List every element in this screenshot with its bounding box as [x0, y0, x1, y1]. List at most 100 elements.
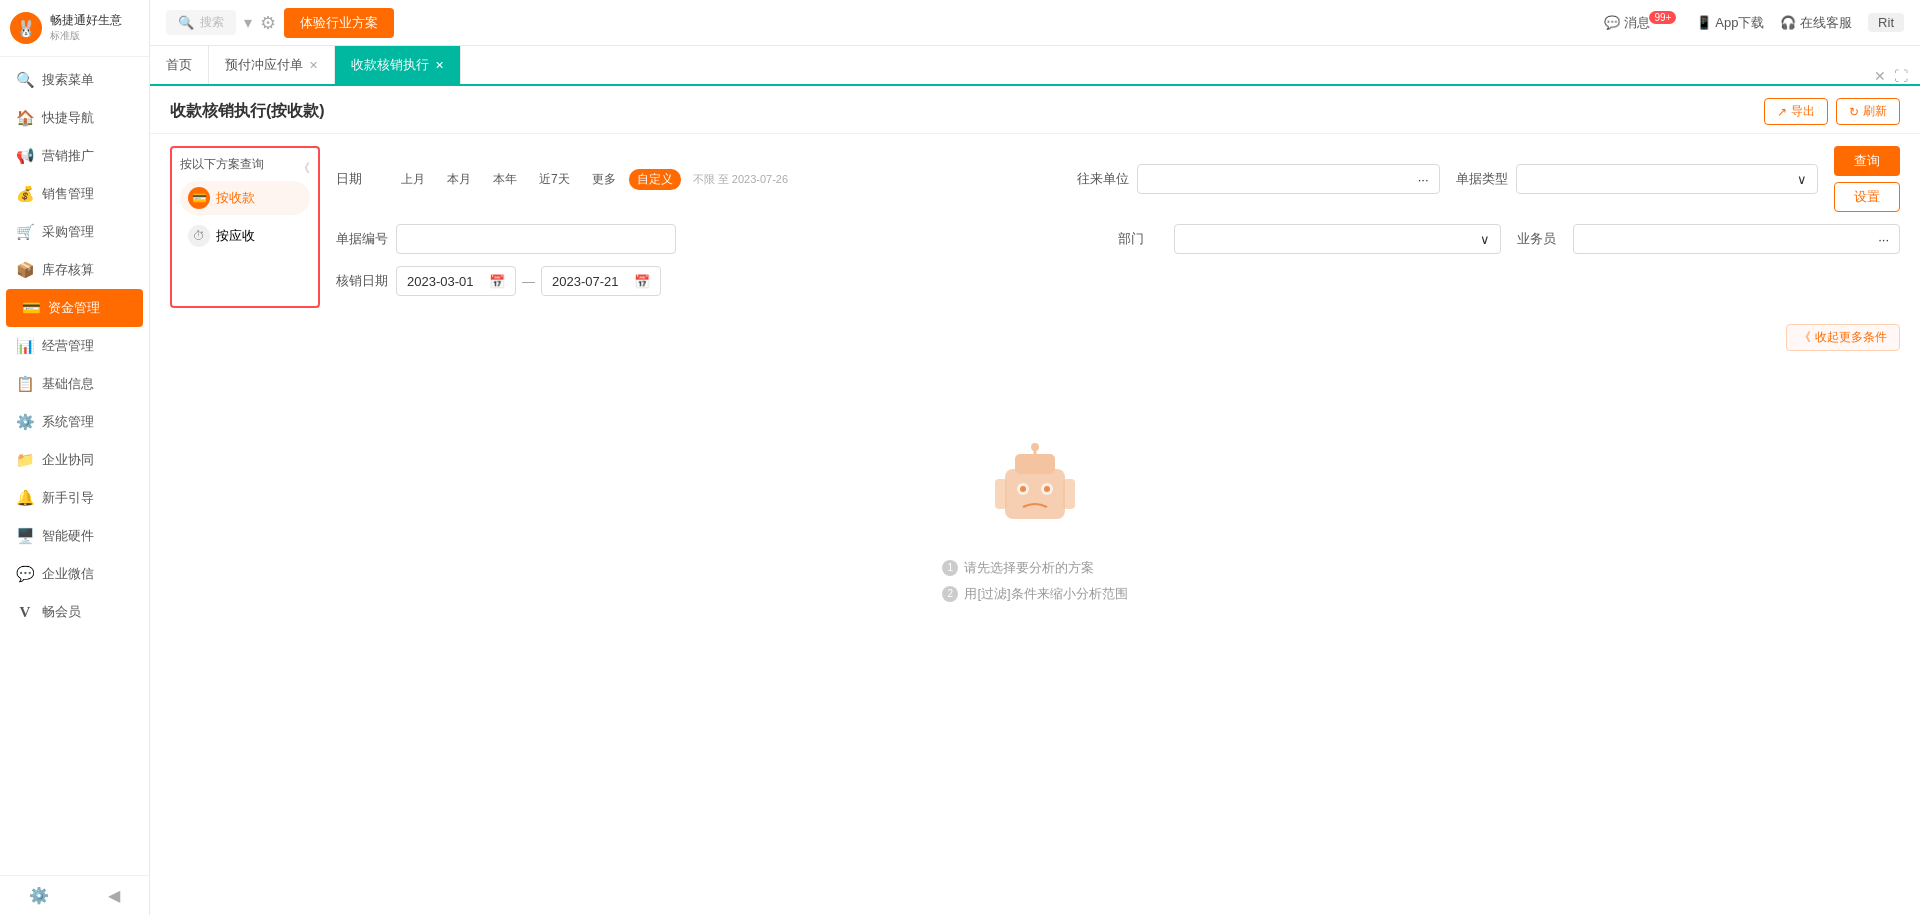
- dept-down-icon: ∨: [1480, 232, 1490, 247]
- sidebar-item-label: 经营管理: [42, 337, 94, 355]
- tab-home[interactable]: 首页: [150, 46, 209, 84]
- staff-select[interactable]: ···: [1573, 224, 1900, 254]
- online-service-link[interactable]: 🎧 在线客服: [1780, 14, 1852, 32]
- setting-button[interactable]: 设置: [1834, 182, 1900, 212]
- collapse-more-label: 收起更多条件: [1815, 329, 1887, 346]
- svg-point-3: [1031, 443, 1039, 451]
- sidebar-item-label: 系统管理: [42, 413, 94, 431]
- date-btn-last-month[interactable]: 上月: [392, 168, 434, 191]
- writeoff-date-range: 2023-03-01 📅 — 2023-07-21 📅: [396, 266, 1900, 296]
- writeoff-date-end-input[interactable]: 2023-07-21 📅: [541, 266, 661, 296]
- svg-point-9: [1044, 486, 1050, 492]
- doc-type-select[interactable]: ∨: [1516, 164, 1819, 194]
- message-icon[interactable]: 💬 消息 99+: [1604, 14, 1680, 32]
- tab-prepay-close[interactable]: ✕: [309, 59, 318, 72]
- filter-form: 日期 上月 本月 本年 近7天 更多 自定义 不限 至 2023-07-26: [336, 146, 1900, 308]
- doc-no-label: 单据编号: [336, 230, 388, 248]
- svg-point-8: [1020, 486, 1026, 492]
- sidebar-item-operation[interactable]: 📊 经营管理: [0, 327, 149, 365]
- sidebar-item-label: 畅会员: [42, 603, 81, 621]
- filter-option-by-receipt[interactable]: 💳 按收款: [180, 181, 310, 215]
- collapse-more-button[interactable]: 《 收起更多条件: [1786, 324, 1900, 351]
- basic-icon: 📋: [16, 375, 34, 393]
- page-inner: 收款核销执行(按收款) ↗ 导出 ↻ 刷新 按以下方: [150, 86, 1920, 915]
- header-search-area[interactable]: 🔍 搜索: [166, 10, 236, 35]
- trial-button[interactable]: 体验行业方案: [284, 8, 394, 38]
- sidebar-item-label: 营销推广: [42, 147, 94, 165]
- dept-select[interactable]: ∨: [1174, 224, 1501, 254]
- tab-bar: 首页 预付冲应付单 ✕ 收款核销执行 ✕ ✕ ⛶: [150, 46, 1920, 86]
- filter-option-label: 按应收: [216, 227, 255, 245]
- header-dropdown-icon[interactable]: ▾: [244, 13, 252, 32]
- writeoff-date-label: 核销日期: [336, 272, 388, 290]
- sidebar-item-hardware[interactable]: 🖥️ 智能硬件: [0, 517, 149, 555]
- sidebar-item-wechat[interactable]: 💬 企业微信: [0, 555, 149, 593]
- user-avatar[interactable]: Rit: [1868, 13, 1904, 32]
- svg-rect-5: [1063, 479, 1075, 509]
- date-btn-this-year[interactable]: 本年: [484, 168, 526, 191]
- member-icon: V: [16, 604, 34, 621]
- tab-home-label: 首页: [166, 56, 192, 74]
- logo-name: 畅捷通好生意: [50, 13, 122, 29]
- filter-row-2: 单据编号 部门 ∨ 业务员: [336, 224, 1900, 254]
- refresh-button[interactable]: ↻ 刷新: [1836, 98, 1900, 125]
- filter-panel-title: 按以下方案查询: [180, 156, 264, 173]
- page-title-bar: 收款核销执行(按收款) ↗ 导出 ↻ 刷新: [150, 86, 1920, 134]
- sidebar-item-purchase[interactable]: 🛒 采购管理: [0, 213, 149, 251]
- main-area: 🔍 搜索 ▾ ⚙ 体验行业方案 💬 消息 99+ 📱 App下载 🎧 在线客服: [150, 0, 1920, 915]
- sidebar-collapse-button[interactable]: ◀: [108, 886, 120, 905]
- sidebar-item-basic[interactable]: 📋 基础信息: [0, 365, 149, 403]
- sidebar-item-search[interactable]: 🔍 搜索菜单: [0, 61, 149, 99]
- staff-label: 业务员: [1517, 230, 1565, 248]
- empty-tip-2: 2 用[过滤]条件来缩小分析范围: [942, 581, 1127, 607]
- doc-type-down-icon: ∨: [1797, 172, 1807, 187]
- filter-area: 按以下方案查询 《 💳 按收款 ⏱ 按应收: [150, 134, 1920, 320]
- sidebar-item-label: 资金管理: [48, 299, 100, 317]
- settings-bottom-icon[interactable]: ⚙️: [29, 886, 49, 905]
- sidebar-item-label: 新手引导: [42, 489, 94, 507]
- sidebar-item-label: 企业微信: [42, 565, 94, 583]
- tab-expand-icon[interactable]: ⛶: [1894, 68, 1908, 84]
- sidebar-item-guide[interactable]: 🔔 新手引导: [0, 479, 149, 517]
- tab-receipt-writeoff[interactable]: 收款核销执行 ✕: [335, 46, 461, 84]
- sidebar-item-enterprise[interactable]: 📁 企业协同: [0, 441, 149, 479]
- writeoff-date-start-input[interactable]: 2023-03-01 📅: [396, 266, 516, 296]
- sidebar-item-sales[interactable]: 💰 销售管理: [0, 175, 149, 213]
- sidebar-item-member[interactable]: V 畅会员: [0, 593, 149, 631]
- doc-no-input[interactable]: [396, 224, 676, 254]
- empty-state: 1 请先选择要分析的方案 2 用[过滤]条件来缩小分析范围: [150, 359, 1920, 687]
- writeoff-date-start-value: 2023-03-01: [407, 274, 474, 289]
- empty-tips: 1 请先选择要分析的方案 2 用[过滤]条件来缩小分析范围: [942, 555, 1127, 607]
- by-receipt-icon: 💳: [188, 187, 210, 209]
- sidebar-item-system[interactable]: ⚙️ 系统管理: [0, 403, 149, 441]
- date-btn-custom[interactable]: 自定义: [629, 169, 681, 190]
- date-btn-this-month[interactable]: 本月: [438, 168, 480, 191]
- home-icon: 🏠: [16, 109, 34, 127]
- query-button[interactable]: 查询: [1834, 146, 1900, 176]
- sales-icon: 💰: [16, 185, 34, 203]
- inventory-icon: 📦: [16, 261, 34, 279]
- doc-type-label: 单据类型: [1456, 170, 1508, 188]
- doc-no-field: 单据编号: [336, 224, 1102, 254]
- filter-option-by-receivable[interactable]: ⏱ 按应收: [180, 219, 310, 253]
- export-button[interactable]: ↗ 导出: [1764, 98, 1828, 125]
- logo-sub: 标准版: [50, 29, 122, 43]
- tab-receipt-close[interactable]: ✕: [435, 59, 444, 72]
- tab-prepay[interactable]: 预付冲应付单 ✕: [209, 46, 335, 84]
- filter-panel-collapse[interactable]: 《: [298, 160, 310, 177]
- sidebar-item-inventory[interactable]: 📦 库存核算: [0, 251, 149, 289]
- sidebar-item-finance[interactable]: 💳 资金管理: [6, 289, 143, 327]
- header-settings-icon[interactable]: ⚙: [260, 12, 276, 34]
- sidebar-item-marketing[interactable]: 📢 营销推广: [0, 137, 149, 175]
- filter-option-label: 按收款: [216, 189, 255, 207]
- writeoff-date-end-value: 2023-07-21: [552, 274, 619, 289]
- tab-close-all-icon[interactable]: ✕: [1874, 68, 1886, 84]
- date-btn-7days[interactable]: 近7天: [530, 168, 579, 191]
- sidebar-item-quick-nav[interactable]: 🏠 快捷导航: [0, 99, 149, 137]
- app-download-link[interactable]: 📱 App下载: [1696, 14, 1764, 32]
- filter-row-3: 核销日期 2023-03-01 📅 — 2023-07-21 📅: [336, 266, 1900, 296]
- partner-select[interactable]: ···: [1137, 164, 1440, 194]
- top-header: 🔍 搜索 ▾ ⚙ 体验行业方案 💬 消息 99+ 📱 App下载 🎧 在线客服: [150, 0, 1920, 46]
- date-btn-more[interactable]: 更多: [583, 168, 625, 191]
- svg-rect-1: [1015, 454, 1055, 474]
